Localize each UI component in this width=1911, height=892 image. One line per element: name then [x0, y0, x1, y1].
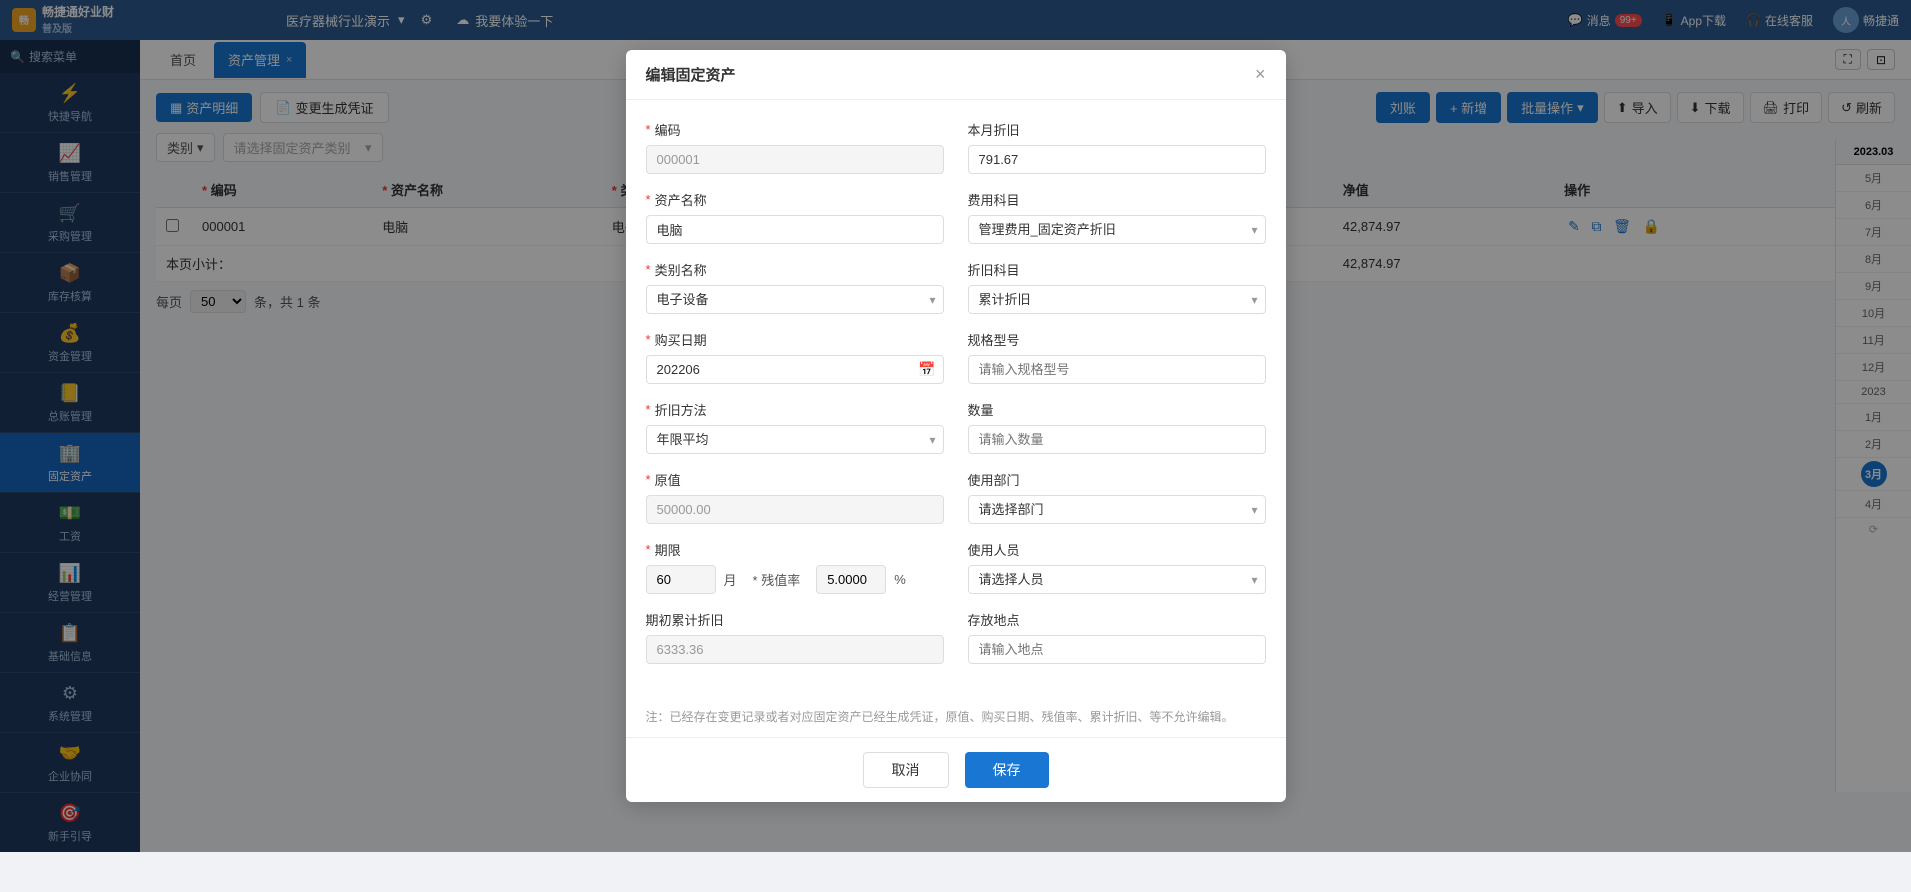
form-group-purchase-date: * 购买日期 📅	[646, 330, 944, 384]
edit-asset-modal: 编辑固定资产 × * 编码 本月折旧	[626, 50, 1286, 802]
expense-subject-select[interactable]: 管理费用_固定资产折旧	[968, 215, 1266, 244]
user-select[interactable]: 请选择人员	[968, 565, 1266, 594]
modal-footer: 取消 保存	[626, 737, 1286, 802]
modal-row-3: * 类别名称 电子设备 ▾ 折旧科目 累计折旧	[646, 260, 1266, 314]
cancel-button[interactable]: 取消	[863, 752, 949, 788]
form-group-asset-name: * 资产名称	[646, 190, 944, 244]
asset-name-input[interactable]	[646, 215, 944, 244]
period-unit-label: 月	[724, 570, 737, 589]
month-depr-input[interactable]	[968, 145, 1266, 174]
period-input[interactable]	[646, 565, 716, 594]
expense-subject-label: 费用科目	[968, 190, 1266, 209]
category-select-wrap: 电子设备 ▾	[646, 285, 944, 314]
modal-note-text: 注：已经存在变更记录或者对应固定资产已经生成凭证，原值、购买日期、残值率、累计折…	[646, 710, 1234, 724]
user-label: 使用人员	[968, 540, 1266, 559]
modal-row-1: * 编码 本月折旧	[646, 120, 1266, 174]
user-select-wrap: 请选择人员 ▾	[968, 565, 1266, 594]
modal-row-8: 期初累计折旧 存放地点	[646, 610, 1266, 664]
quantity-label: 数量	[968, 400, 1266, 419]
form-group-location: 存放地点	[968, 610, 1266, 664]
form-group-original-value: * 原值	[646, 470, 944, 524]
form-group-category: * 类别名称 电子设备 ▾	[646, 260, 944, 314]
dept-label: 使用部门	[968, 470, 1266, 489]
form-group-month-depr: 本月折旧	[968, 120, 1266, 174]
code-input[interactable]	[646, 145, 944, 174]
dept-select-wrap: 请选择部门 ▾	[968, 495, 1266, 524]
period-row-inline: 月 * 残值率 %	[646, 565, 944, 594]
quantity-input[interactable]	[968, 425, 1266, 454]
original-value-label: * 原值	[646, 470, 944, 489]
depr-subject-select[interactable]: 累计折旧	[968, 285, 1266, 314]
depr-method-select[interactable]: 年限平均	[646, 425, 944, 454]
form-group-depr-subject: 折旧科目 累计折旧 ▾	[968, 260, 1266, 314]
modal-body: * 编码 本月折旧 * 资产名称	[626, 100, 1286, 700]
form-group-period: * 期限 月 * 残值率 %	[646, 540, 944, 594]
original-value-input[interactable]	[646, 495, 944, 524]
month-depr-label: 本月折旧	[968, 120, 1266, 139]
purchase-date-input-wrap: 📅	[646, 355, 944, 384]
initial-accum-depr-label: 期初累计折旧	[646, 610, 944, 629]
form-group-depr-method: * 折旧方法 年限平均 ▾	[646, 400, 944, 454]
modal-row-6: * 原值 使用部门 请选择部门 ▾	[646, 470, 1266, 524]
purchase-date-label: * 购买日期	[646, 330, 944, 349]
category-label: * 类别名称	[646, 260, 944, 279]
purchase-date-input[interactable]	[646, 355, 944, 384]
depr-subject-label: 折旧科目	[968, 260, 1266, 279]
residual-rate-label: * 残值率	[753, 570, 801, 589]
residual-rate-unit: %	[894, 572, 906, 587]
modal-title: 编辑固定资产	[646, 64, 736, 85]
asset-name-label: * 资产名称	[646, 190, 944, 209]
residual-rate-input[interactable]	[816, 565, 886, 594]
spec-label: 规格型号	[968, 330, 1266, 349]
category-select[interactable]: 电子设备	[646, 285, 944, 314]
modal-row-2: * 资产名称 费用科目 管理费用_固定资产折旧 ▾	[646, 190, 1266, 244]
save-button[interactable]: 保存	[965, 752, 1049, 788]
form-group-quantity: 数量	[968, 400, 1266, 454]
form-group-code: * 编码	[646, 120, 944, 174]
expense-subject-select-wrap: 管理费用_固定资产折旧 ▾	[968, 215, 1266, 244]
modal-row-5: * 折旧方法 年限平均 ▾ 数量	[646, 400, 1266, 454]
location-input[interactable]	[968, 635, 1266, 664]
modal-overlay: 编辑固定资产 × * 编码 本月折旧	[0, 0, 1911, 852]
calendar-icon: 📅	[918, 361, 935, 378]
period-label: * 期限	[646, 540, 944, 559]
spec-input[interactable]	[968, 355, 1266, 384]
form-group-initial-accum-depr: 期初累计折旧	[646, 610, 944, 664]
location-label: 存放地点	[968, 610, 1266, 629]
modal-header: 编辑固定资产 ×	[626, 50, 1286, 100]
initial-accum-depr-input[interactable]	[646, 635, 944, 664]
modal-row-4: * 购买日期 📅 规格型号	[646, 330, 1266, 384]
modal-close-button[interactable]: ×	[1255, 64, 1266, 85]
form-group-dept: 使用部门 请选择部门 ▾	[968, 470, 1266, 524]
modal-row-7: * 期限 月 * 残值率 % 使用人员 请选择人员	[646, 540, 1266, 594]
modal-note: 注：已经存在变更记录或者对应固定资产已经生成凭证，原值、购买日期、残值率、累计折…	[626, 708, 1286, 737]
depr-method-label: * 折旧方法	[646, 400, 944, 419]
depr-subject-select-wrap: 累计折旧 ▾	[968, 285, 1266, 314]
dept-select[interactable]: 请选择部门	[968, 495, 1266, 524]
form-group-expense-subject: 费用科目 管理费用_固定资产折旧 ▾	[968, 190, 1266, 244]
form-group-spec: 规格型号	[968, 330, 1266, 384]
depr-method-select-wrap: 年限平均 ▾	[646, 425, 944, 454]
form-group-user: 使用人员 请选择人员 ▾	[968, 540, 1266, 594]
code-label: * 编码	[646, 120, 944, 139]
